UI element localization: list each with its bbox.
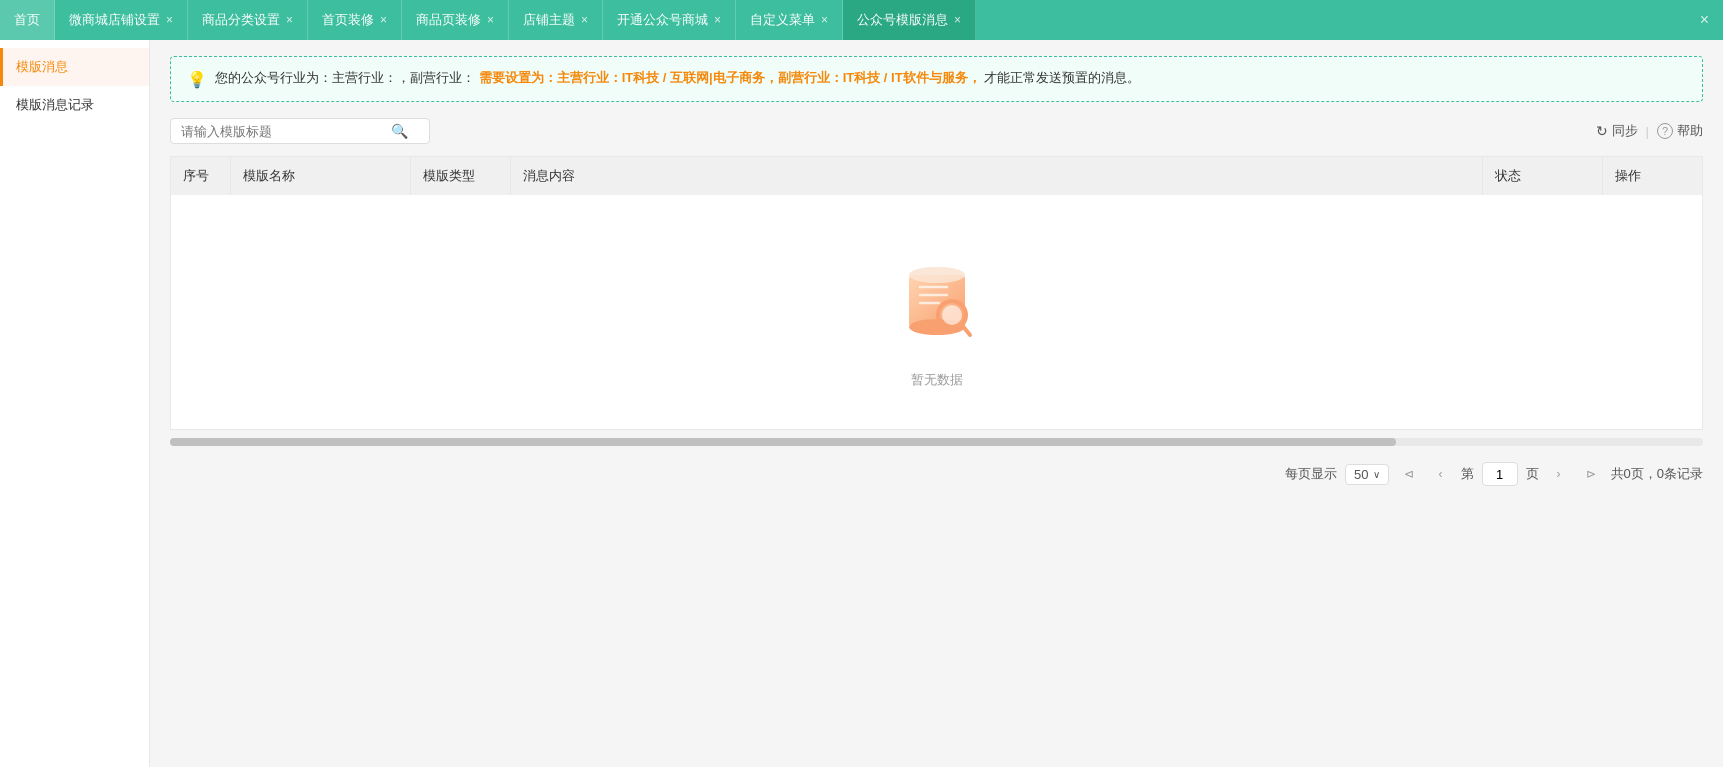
col-index: 序号 xyxy=(171,157,231,196)
tab-category-settings[interactable]: 商品分类设置 × xyxy=(188,0,308,40)
tab-shop-settings[interactable]: 微商城店铺设置 × xyxy=(55,0,188,40)
svg-point-3 xyxy=(909,267,965,283)
first-page-button[interactable]: ⊲ xyxy=(1397,462,1421,486)
tab-category-label: 商品分类设置 xyxy=(202,11,280,29)
page-size-label: 每页显示 xyxy=(1285,465,1337,483)
tab-product-decor-label: 商品页装修 xyxy=(416,11,481,29)
close-category-icon[interactable]: × xyxy=(286,13,293,27)
close-shop-settings-icon[interactable]: × xyxy=(166,13,173,27)
sidebar: 模版消息 模版消息记录 xyxy=(0,40,150,767)
total-info: 共0页，0条记录 xyxy=(1611,465,1703,483)
tab-home-decor[interactable]: 首页装修 × xyxy=(308,0,402,40)
col-content: 消息内容 xyxy=(511,157,1483,196)
topbar: 首页 微商城店铺设置 × 商品分类设置 × 首页装修 × 商品页装修 × 店铺主… xyxy=(0,0,1723,40)
svg-point-8 xyxy=(942,305,962,325)
tab-open-wechat-shop-label: 开通公众号商城 xyxy=(617,11,708,29)
chevron-down-icon: ∨ xyxy=(1373,469,1380,480)
col-type: 模版类型 xyxy=(411,157,511,196)
col-action: 操作 xyxy=(1603,157,1703,196)
empty-text: 暂无数据 xyxy=(911,371,963,389)
notice-highlight: 需要设置为：主营行业：IT科技 / 互联网|电子商务，副营行业：IT科技 / I… xyxy=(479,70,981,85)
notice-box: 💡 您的公众号行业为：主营行业：，副营行业： 需要设置为：主营行业：IT科技 /… xyxy=(170,56,1703,102)
col-status: 状态 xyxy=(1483,157,1603,196)
sidebar-item-template-label: 模版消息 xyxy=(16,59,68,74)
sync-icon: ↻ xyxy=(1596,123,1608,139)
last-page-button[interactable]: ⊳ xyxy=(1579,462,1603,486)
notice-icon: 💡 xyxy=(187,70,207,89)
search-input-wrap: 🔍 xyxy=(170,118,430,144)
search-bar: 🔍 ↻ 同步 | ? 帮助 xyxy=(170,118,1703,144)
close-template-message-icon[interactable]: × xyxy=(954,13,961,27)
empty-icon xyxy=(887,255,987,355)
search-input[interactable] xyxy=(181,124,391,139)
notice-text: 您的公众号行业为：主营行业：，副营行业： 需要设置为：主营行业：IT科技 / 互… xyxy=(215,69,1140,87)
help-button[interactable]: ? 帮助 xyxy=(1657,122,1703,140)
tab-shop-theme[interactable]: 店铺主题 × xyxy=(509,0,603,40)
tab-custom-menu-label: 自定义菜单 xyxy=(750,11,815,29)
col-name: 模版名称 xyxy=(231,157,411,196)
sync-label: 同步 xyxy=(1612,122,1638,140)
tab-home-decor-label: 首页装修 xyxy=(322,11,374,29)
notice-prefix: 您的公众号行业为：主营行业：，副营行业： xyxy=(215,70,475,85)
pagination: 每页显示 50 ∨ ⊲ ‹ 第 1 页 › ⊳ 共0页，0条记录 xyxy=(170,454,1703,494)
page-number-input[interactable]: 1 xyxy=(1482,462,1518,486)
sidebar-item-record-label: 模版消息记录 xyxy=(16,97,94,112)
tab-home[interactable]: 首页 xyxy=(0,0,55,40)
prev-page-button[interactable]: ‹ xyxy=(1429,462,1453,486)
search-icon[interactable]: 🔍 xyxy=(391,123,408,139)
sidebar-item-template-message[interactable]: 模版消息 xyxy=(0,48,149,86)
horizontal-scrollbar[interactable] xyxy=(170,438,1703,446)
close-home-decor-icon[interactable]: × xyxy=(380,13,387,27)
close-product-decor-icon[interactable]: × xyxy=(487,13,494,27)
tab-template-message[interactable]: 公众号模版消息 × xyxy=(843,0,976,40)
empty-state: 暂无数据 xyxy=(171,195,1702,429)
notice-suffix: 才能正常发送预置的消息。 xyxy=(984,70,1140,85)
page-size-select[interactable]: 50 ∨ xyxy=(1345,464,1388,485)
close-shop-theme-icon[interactable]: × xyxy=(581,13,588,27)
scrollbar-thumb[interactable] xyxy=(170,438,1396,446)
tab-template-message-label: 公众号模版消息 xyxy=(857,11,948,29)
toolbar-divider: | xyxy=(1646,124,1649,139)
close-open-wechat-shop-icon[interactable]: × xyxy=(714,13,721,27)
page-unit: 页 xyxy=(1526,465,1539,483)
tab-shop-theme-label: 店铺主题 xyxy=(523,11,575,29)
close-all-button[interactable]: × xyxy=(1686,11,1723,29)
table-header: 序号 模版名称 模版类型 消息内容 状态 操作 xyxy=(171,157,1703,196)
sidebar-item-template-record[interactable]: 模版消息记录 xyxy=(0,86,149,124)
tab-home-label: 首页 xyxy=(14,11,40,29)
tab-shop-settings-label: 微商城店铺设置 xyxy=(69,11,160,29)
main-content: 💡 您的公众号行业为：主营行业：，副营行业： 需要设置为：主营行业：IT科技 /… xyxy=(150,40,1723,767)
toolbar-right: ↻ 同步 | ? 帮助 xyxy=(1596,122,1703,140)
tab-product-decor[interactable]: 商品页装修 × xyxy=(402,0,509,40)
svg-line-9 xyxy=(962,325,970,335)
tab-custom-menu[interactable]: 自定义菜单 × xyxy=(736,0,843,40)
page-label: 第 xyxy=(1461,465,1474,483)
next-page-button[interactable]: › xyxy=(1547,462,1571,486)
tab-open-wechat-shop[interactable]: 开通公众号商城 × xyxy=(603,0,736,40)
table-body: 暂无数据 xyxy=(171,195,1703,430)
close-custom-menu-icon[interactable]: × xyxy=(821,13,828,27)
sync-button[interactable]: ↻ 同步 xyxy=(1596,122,1638,140)
help-icon: ? xyxy=(1657,123,1673,139)
help-label: 帮助 xyxy=(1677,122,1703,140)
page-size-value: 50 xyxy=(1354,467,1368,482)
data-table: 序号 模版名称 模版类型 消息内容 状态 操作 xyxy=(170,156,1703,430)
main-layout: 模版消息 模版消息记录 💡 您的公众号行业为：主营行业：，副营行业： 需要设置为… xyxy=(0,40,1723,767)
